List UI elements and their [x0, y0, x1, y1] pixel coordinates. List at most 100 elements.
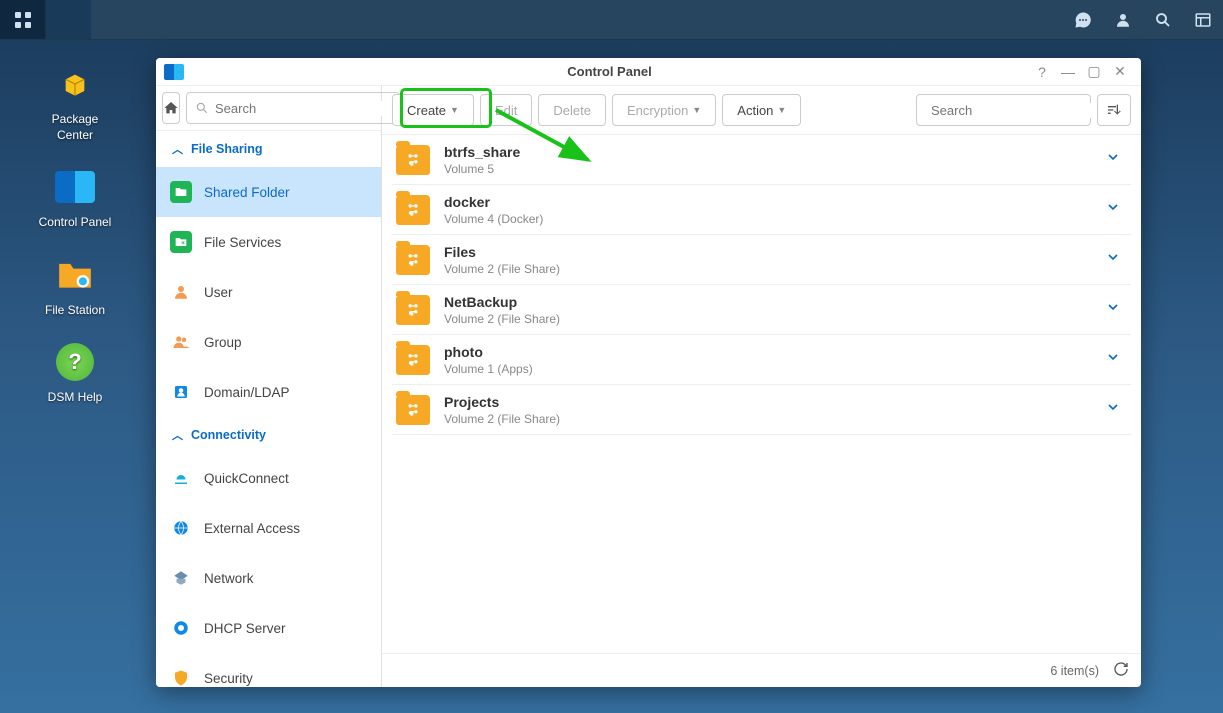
sidebar-item-file-services[interactable]: File Services: [156, 217, 381, 267]
chevron-up-icon: ︿: [172, 427, 183, 443]
folder-name: NetBackup: [444, 294, 1099, 310]
file-station-icon: [51, 251, 99, 299]
apps-grid-icon: [14, 11, 32, 29]
folder-name: btrfs_share: [444, 144, 1099, 160]
folder-name: docker: [444, 194, 1099, 210]
folder-subtitle: Volume 2 (File Share): [444, 262, 1099, 276]
create-button[interactable]: Create ▼: [392, 94, 474, 126]
folder-row[interactable]: NetBackupVolume 2 (File Share): [392, 285, 1131, 335]
delete-button[interactable]: Delete: [538, 94, 606, 126]
folder-subtitle: Volume 4 (Docker): [444, 212, 1099, 226]
expand-button[interactable]: [1099, 143, 1127, 176]
status-count: 6 item(s): [1050, 664, 1099, 678]
create-button-label: Create: [407, 103, 446, 118]
sidebar-group-file-sharing[interactable]: ︿ File Sharing: [156, 131, 381, 167]
folder-name: photo: [444, 344, 1099, 360]
expand-button[interactable]: [1099, 243, 1127, 276]
sidebar-item-user[interactable]: User: [156, 267, 381, 317]
desktop-icon-package-center[interactable]: PackageCenter: [0, 50, 150, 153]
taskbar-chat-button[interactable]: [1063, 0, 1103, 39]
folder-subtitle: Volume 5: [444, 162, 1099, 176]
sidebar-item-external-access[interactable]: External Access: [156, 503, 381, 553]
sidebar-group-connectivity[interactable]: ︿Connectivity: [156, 417, 381, 453]
desktop-icon-control-panel[interactable]: Control Panel: [0, 153, 150, 241]
encryption-button[interactable]: Encryption ▼: [612, 94, 716, 126]
sidebar-item-network[interactable]: Network: [156, 553, 381, 603]
expand-button[interactable]: [1099, 293, 1127, 326]
shared-folder-icon: [396, 395, 430, 425]
folder-row[interactable]: ProjectsVolume 2 (File Share): [392, 385, 1131, 435]
sidebar-item-dhcp-server[interactable]: DHCP Server: [156, 603, 381, 653]
taskbar-app-control-panel[interactable]: [46, 0, 92, 39]
desktop: PackageCenter Control Panel File Station?D…: [0, 50, 150, 416]
sort-button[interactable]: [1097, 94, 1131, 126]
desktop-icon-dsm-help[interactable]: ?DSM Help: [0, 328, 150, 416]
action-button[interactable]: Action ▼: [722, 94, 801, 126]
refresh-button[interactable]: [1113, 661, 1129, 680]
sidebar-item-label: Security: [204, 671, 253, 686]
folder-subtitle: Volume 1 (Apps): [444, 362, 1099, 376]
action-button-label: Action: [737, 103, 773, 118]
taskbar-apps-button[interactable]: [0, 0, 46, 39]
quickconnect-icon: [170, 467, 192, 489]
toolbar-search-input[interactable]: [931, 103, 1107, 118]
sidebar-item-quickconnect[interactable]: QuickConnect: [156, 453, 381, 503]
sidebar-item-label: External Access: [204, 521, 300, 536]
sidebar-home-button[interactable]: [162, 92, 180, 124]
taskbar-widgets-button[interactable]: [1183, 0, 1223, 39]
window-app-icon: [164, 64, 184, 80]
sidebar-item-shared-folder[interactable]: Shared Folder: [156, 167, 381, 217]
search-icon: [1154, 11, 1172, 29]
folder-row[interactable]: docker Volume 4 (Docker): [392, 185, 1131, 235]
folder-row[interactable]: btrfs_share Volume 5: [392, 135, 1131, 185]
encryption-button-label: Encryption: [627, 103, 688, 118]
expand-button[interactable]: [1099, 393, 1127, 426]
package-center-icon: [51, 60, 99, 108]
chevron-down-icon: [1105, 399, 1121, 415]
window-title: Control Panel: [190, 64, 1029, 79]
sidebar: ︿ File Sharing Shared Folder File Services U…: [156, 86, 382, 687]
shared-folder-icon: [396, 345, 430, 375]
expand-button[interactable]: [1099, 193, 1127, 226]
window-minimize-button[interactable]: —: [1055, 61, 1081, 83]
shared-folder-icon: [396, 245, 430, 275]
sidebar-item-label: Shared Folder: [204, 185, 290, 200]
sidebar-item-label: DHCP Server: [204, 621, 286, 636]
sidebar-search-input[interactable]: [215, 101, 391, 116]
taskbar-user-button[interactable]: [1103, 0, 1143, 39]
control-panel-icon: [51, 163, 99, 211]
taskbar-search-button[interactable]: [1143, 0, 1183, 39]
window-help-button[interactable]: ?: [1029, 61, 1055, 83]
dhcp-server-icon: [170, 617, 192, 639]
sidebar-item-group[interactable]: Group: [156, 317, 381, 367]
sidebar-item-label: Domain/LDAP: [204, 385, 290, 400]
chevron-up-icon: ︿: [172, 141, 183, 157]
chevron-down-icon: ▼: [450, 105, 459, 115]
status-bar: 6 item(s): [382, 653, 1141, 687]
search-icon: [195, 101, 209, 115]
home-icon: [163, 100, 179, 116]
window-close-button[interactable]: ✕: [1107, 61, 1133, 83]
desktop-icon-label: Control Panel: [4, 215, 146, 231]
folder-row[interactable]: photo Volume 1 (Apps): [392, 335, 1131, 385]
sidebar-group-label: File Sharing: [191, 142, 263, 156]
folder-row[interactable]: FilesVolume 2 (File Share): [392, 235, 1131, 285]
expand-button[interactable]: [1099, 343, 1127, 376]
edit-button[interactable]: Edit: [480, 94, 532, 126]
window-maximize-button[interactable]: ▢: [1081, 61, 1107, 83]
toolbar-search[interactable]: [916, 94, 1091, 126]
network-icon: [170, 567, 192, 589]
folder-name: Projects: [444, 394, 1099, 410]
sidebar-item-label: File Services: [204, 235, 281, 250]
sidebar-search[interactable]: [186, 92, 400, 124]
chevron-down-icon: [1105, 199, 1121, 215]
security-icon: [170, 667, 192, 687]
sidebar-item-label: User: [204, 285, 233, 300]
sidebar-item-security[interactable]: Security: [156, 653, 381, 687]
desktop-icon-file-station[interactable]: File Station: [0, 241, 150, 329]
control-panel-window: Control Panel ? — ▢ ✕ ︿ File Sharing Share…: [156, 58, 1141, 687]
window-titlebar[interactable]: Control Panel ? — ▢ ✕: [156, 58, 1141, 86]
sidebar-item-domain-ldap[interactable]: Domain/LDAP: [156, 367, 381, 417]
chat-icon: [1074, 11, 1092, 29]
refresh-icon: [1113, 661, 1129, 677]
